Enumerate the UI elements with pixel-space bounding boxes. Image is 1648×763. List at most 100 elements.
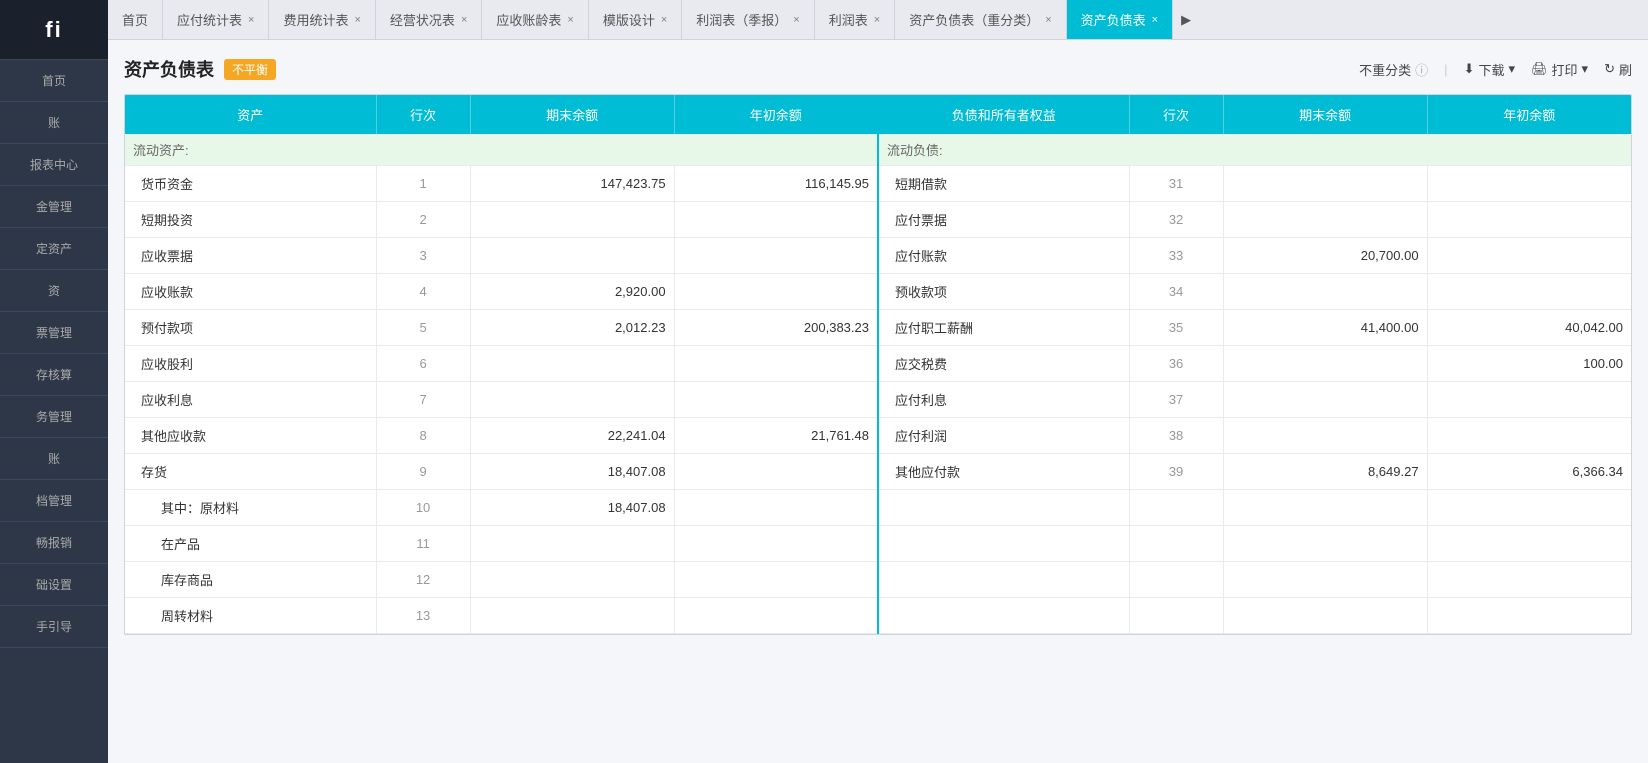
print-btn[interactable]: 🖨 打印 ▾ bbox=[1531, 60, 1588, 79]
header-end-balance: 期末余额 bbox=[470, 95, 674, 134]
tab-operation-stat[interactable]: 经营状况表 × bbox=[376, 0, 482, 40]
sidebar: fi 首页 账 报表中心 金管理 定资产 资 票管理 存核算 务管理 账 档管理… bbox=[0, 0, 108, 763]
tab-home[interactable]: 首页 bbox=[108, 0, 163, 40]
table-row: 应收账款 4 2,920.00 预收款项 34 bbox=[125, 274, 1631, 310]
sidebar-item-ticket[interactable]: 票管理 bbox=[0, 312, 108, 354]
cell-row-num: 2 bbox=[376, 202, 470, 238]
cell-end-balance2 bbox=[1223, 346, 1427, 382]
tab-close-profit-quarterly[interactable]: × bbox=[793, 14, 799, 26]
cell-row-num2: 32 bbox=[1129, 202, 1223, 238]
cell-liability-name: 短期借款 bbox=[878, 166, 1129, 202]
tab-close-template-design[interactable]: × bbox=[661, 14, 667, 26]
tab-template-design[interactable]: 模版设计 × bbox=[589, 0, 682, 40]
cell-liability-name: 应交税费 bbox=[878, 346, 1129, 382]
sidebar-item-account[interactable]: 账 bbox=[0, 102, 108, 144]
tab-scroll-right[interactable]: ▶ bbox=[1173, 12, 1199, 28]
sidebar-item-report-center[interactable]: 报表中心 bbox=[0, 144, 108, 186]
table-row: 预付款项 5 2,012.23 200,383.23 应付职工薪酬 35 41,… bbox=[125, 310, 1631, 346]
table-row: 在产品 11 bbox=[125, 526, 1631, 562]
cell-liability-name: 预收款项 bbox=[878, 274, 1129, 310]
cell-end-balance: 147,423.75 bbox=[470, 166, 674, 202]
header-actions: 不重分类 ⓘ | ⬇ 下载 ▾ 🖨 打印 ▾ ↻ 刷 bbox=[1359, 60, 1632, 79]
cell-start-balance bbox=[674, 562, 878, 598]
help-icon[interactable]: ⓘ bbox=[1415, 60, 1428, 79]
refresh-btn[interactable]: ↻ 刷 bbox=[1604, 60, 1632, 79]
cell-liability-name bbox=[878, 490, 1129, 526]
page-title: 资产负债表 bbox=[124, 56, 214, 82]
sidebar-item-expense[interactable]: 畅报销 bbox=[0, 522, 108, 564]
section-label-assets: 流动资产: bbox=[125, 134, 878, 166]
sidebar-item-archive[interactable]: 档管理 bbox=[0, 480, 108, 522]
cell-row-num2: 35 bbox=[1129, 310, 1223, 346]
header-end-balance2: 期末余额 bbox=[1223, 95, 1427, 134]
tab-receivable-age[interactable]: 应收账龄表 × bbox=[482, 0, 588, 40]
cell-end-balance2 bbox=[1223, 166, 1427, 202]
cell-row-num: 13 bbox=[376, 598, 470, 634]
cell-row-num2 bbox=[1129, 526, 1223, 562]
cell-row-num: 7 bbox=[376, 382, 470, 418]
tab-close-payable-stat[interactable]: × bbox=[248, 14, 254, 26]
cell-liability-name: 应付票据 bbox=[878, 202, 1129, 238]
cell-liability-name: 应付账款 bbox=[878, 238, 1129, 274]
sidebar-item-inventory[interactable]: 存核算 bbox=[0, 354, 108, 396]
sidebar-item-capital[interactable]: 资 bbox=[0, 270, 108, 312]
cell-liability-name: 应付职工薪酬 bbox=[878, 310, 1129, 346]
table-row: 货币资金 1 147,423.75 116,145.95 短期借款 31 bbox=[125, 166, 1631, 202]
tab-bar: 首页 应付统计表 × 费用统计表 × 经营状况表 × 应收账龄表 × 模版设计 … bbox=[108, 0, 1648, 40]
cell-asset-name: 在产品 bbox=[125, 526, 376, 562]
cell-start-balance bbox=[674, 202, 878, 238]
cell-start-balance bbox=[674, 454, 878, 490]
cell-end-balance bbox=[470, 382, 674, 418]
cell-end-balance: 2,920.00 bbox=[470, 274, 674, 310]
cell-liability-name bbox=[878, 562, 1129, 598]
cell-row-num: 12 bbox=[376, 562, 470, 598]
cell-start-balance bbox=[674, 490, 878, 526]
tab-close-balance-reclassify[interactable]: × bbox=[1045, 14, 1051, 26]
cell-row-num: 1 bbox=[376, 166, 470, 202]
tab-close-balance-sheet[interactable]: × bbox=[1152, 14, 1158, 26]
cell-liability-name bbox=[878, 526, 1129, 562]
cell-asset-name: 货币资金 bbox=[125, 166, 376, 202]
tab-close-profit[interactable]: × bbox=[874, 14, 880, 26]
cell-row-num2 bbox=[1129, 490, 1223, 526]
tab-profit[interactable]: 利润表 × bbox=[815, 0, 895, 40]
cell-row-num: 6 bbox=[376, 346, 470, 382]
cell-start-balance2 bbox=[1427, 526, 1631, 562]
tab-payable-stat[interactable]: 应付统计表 × bbox=[163, 0, 269, 40]
tab-close-receivable-age[interactable]: × bbox=[567, 14, 573, 26]
tab-balance-reclassify[interactable]: 资产负债表（重分类） × bbox=[895, 0, 1066, 40]
cell-row-num: 11 bbox=[376, 526, 470, 562]
cell-asset-name: 短期投资 bbox=[125, 202, 376, 238]
cell-asset-name: 应收股利 bbox=[125, 346, 376, 382]
page-header: 资产负债表 不平衡 不重分类 ⓘ | ⬇ 下载 ▾ 🖨 打印 ▾ bbox=[124, 56, 1632, 82]
refresh-icon: ↻ bbox=[1604, 61, 1615, 77]
cell-asset-name: 周转材料 bbox=[125, 598, 376, 634]
tab-close-expense-stat[interactable]: × bbox=[354, 14, 360, 26]
sidebar-item-home[interactable]: 首页 bbox=[0, 60, 108, 102]
sidebar-item-ledger[interactable]: 账 bbox=[0, 438, 108, 480]
cell-start-balance: 200,383.23 bbox=[674, 310, 878, 346]
tab-balance-sheet[interactable]: 资产负债表 × bbox=[1067, 0, 1173, 40]
cell-liability-name: 应付利润 bbox=[878, 418, 1129, 454]
sidebar-item-guide[interactable]: 手引导 bbox=[0, 606, 108, 648]
no-reclassify-btn[interactable]: 不重分类 ⓘ bbox=[1359, 60, 1428, 79]
table-row: 应收票据 3 应付账款 33 20,700.00 bbox=[125, 238, 1631, 274]
cell-asset-name: 存货 bbox=[125, 454, 376, 490]
table-row: 其他应收款 8 22,241.04 21,761.48 应付利润 38 bbox=[125, 418, 1631, 454]
cell-row-num2: 33 bbox=[1129, 238, 1223, 274]
table-row: 应收股利 6 应交税费 36 100.00 bbox=[125, 346, 1631, 382]
download-btn[interactable]: ⬇ 下载 ▾ bbox=[1464, 60, 1515, 79]
tab-expense-stat[interactable]: 费用统计表 × bbox=[269, 0, 375, 40]
cell-start-balance2 bbox=[1427, 238, 1631, 274]
sidebar-item-fixed-assets[interactable]: 定资产 bbox=[0, 228, 108, 270]
cell-start-balance bbox=[674, 526, 878, 562]
header-start-balance2: 年初余额 bbox=[1427, 95, 1631, 134]
table-row: 其中：原材料 10 18,407.08 bbox=[125, 490, 1631, 526]
table-row: 周转材料 13 bbox=[125, 598, 1631, 634]
sidebar-item-settings[interactable]: 础设置 bbox=[0, 564, 108, 606]
tab-profit-quarterly[interactable]: 利润表（季报） × bbox=[682, 0, 814, 40]
tab-close-operation-stat[interactable]: × bbox=[461, 14, 467, 26]
sidebar-item-finance[interactable]: 金管理 bbox=[0, 186, 108, 228]
cell-end-balance2 bbox=[1223, 598, 1427, 634]
sidebar-item-affairs[interactable]: 务管理 bbox=[0, 396, 108, 438]
